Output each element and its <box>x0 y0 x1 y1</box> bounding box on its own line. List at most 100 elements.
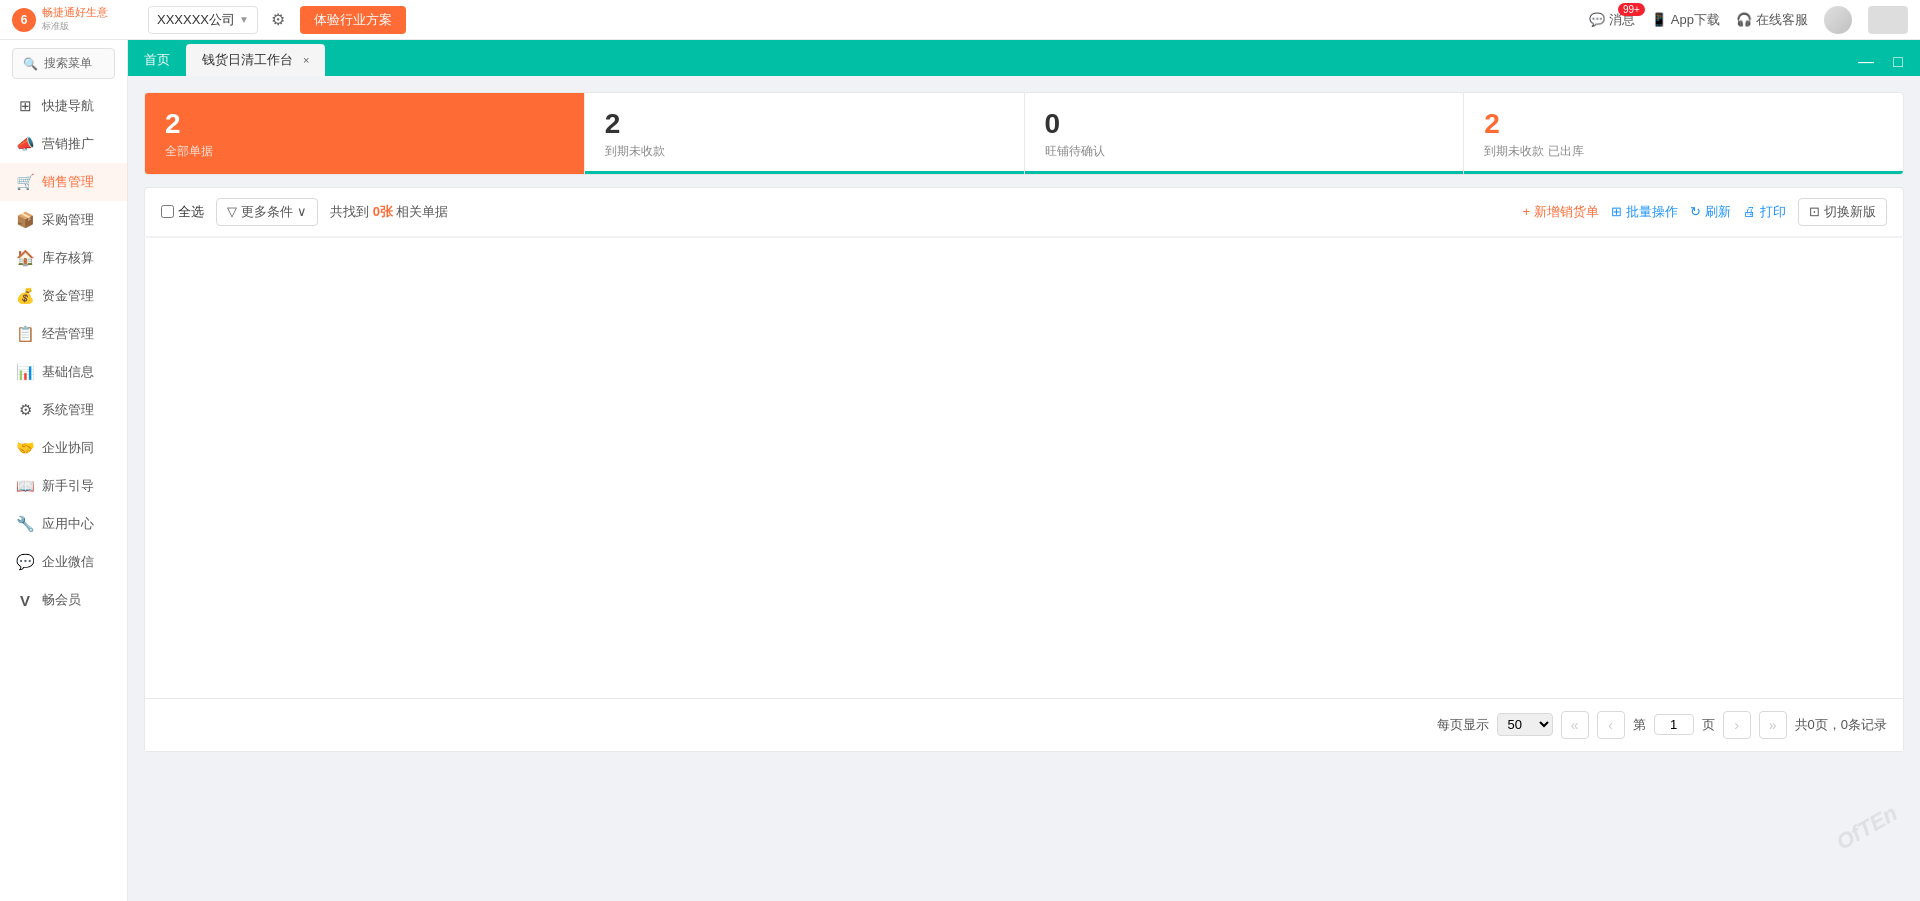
stat-label-all: 全部单据 <box>165 143 564 160</box>
sidebar-item-sales[interactable]: 🛒 销售管理 <box>0 163 127 201</box>
company-selector[interactable]: XXXXXX公司 ▼ <box>148 6 258 34</box>
sales-icon: 🛒 <box>16 173 34 191</box>
switch-label: 切换新版 <box>1824 203 1876 221</box>
stat-number-overdue: 2 <box>605 107 1004 141</box>
sidebar-label-purchase: 采购管理 <box>42 211 94 229</box>
toolbar-right: + 新增销货单 ⊞ 批量操作 ↻ 刷新 🖨 打印 ⊡ 切换新版 <box>1522 198 1887 226</box>
app-center-icon: 🔧 <box>16 515 34 533</box>
stat-card-all[interactable]: 2 全部单据 <box>145 93 585 174</box>
first-page-button[interactable]: « <box>1561 711 1589 739</box>
sidebar-item-finance[interactable]: 💰 资金管理 <box>0 277 127 315</box>
inventory-icon: 🏠 <box>16 249 34 267</box>
nav-minimize-button[interactable]: — <box>1852 48 1880 76</box>
sidebar-label-app-center: 应用中心 <box>42 515 94 533</box>
nav-tabs: 首页 钱货日清工作台 × — □ <box>128 40 1920 76</box>
sidebar-item-quick-nav[interactable]: ⊞ 快捷导航 <box>0 87 127 125</box>
search-menu-button[interactable]: 🔍 搜索菜单 <box>12 48 115 79</box>
sidebar-item-system[interactable]: ⚙ 系统管理 <box>0 391 127 429</box>
app-download-item[interactable]: 📱 App下载 <box>1651 11 1720 29</box>
sidebar-label-enterprise: 企业协同 <box>42 439 94 457</box>
header-right: 💬 消息 99+ 📱 App下载 🎧 在线客服 <box>1589 6 1908 34</box>
print-label: 打印 <box>1760 203 1786 221</box>
last-page-button[interactable]: » <box>1759 711 1787 739</box>
sidebar: 🔍 搜索菜单 ⊞ 快捷导航 📣 营销推广 🛒 销售管理 📦 采购管理 🏠 库存核… <box>0 0 128 901</box>
stat-number-all: 2 <box>165 107 564 141</box>
enterprise-icon: 🤝 <box>16 439 34 457</box>
dropdown-arrow-icon: ▼ <box>239 14 249 25</box>
tab-close-icon[interactable]: × <box>303 54 309 66</box>
page-size-label: 每页显示 <box>1437 716 1489 734</box>
filter-icon: ▽ <box>227 204 237 219</box>
filter-button[interactable]: ▽ 更多条件 ∨ <box>216 198 318 226</box>
result-text: 共找到 0张 相关单据 <box>330 203 448 221</box>
app-name: 畅捷通好生意 <box>42 6 108 19</box>
operation-icon: 📋 <box>16 325 34 343</box>
sidebar-item-marketing[interactable]: 📣 营销推广 <box>0 125 127 163</box>
sidebar-item-operation[interactable]: 📋 经营管理 <box>0 315 127 353</box>
batch-operation-button[interactable]: ⊞ 批量操作 <box>1611 203 1678 221</box>
next-page-button[interactable]: › <box>1723 711 1751 739</box>
result-suffix: 相关单据 <box>396 204 448 219</box>
checkbox-input[interactable] <box>161 205 174 218</box>
search-menu-label: 搜索菜单 <box>44 55 92 72</box>
stats-row: 2 全部单据 2 到期未收款 0 旺铺待确认 2 到期未收款 已出库 <box>144 92 1904 175</box>
stat-card-overdue[interactable]: 2 到期未收款 <box>585 93 1025 174</box>
page-label: 第 <box>1633 716 1646 734</box>
message-item[interactable]: 💬 消息 99+ <box>1589 11 1635 29</box>
select-all-checkbox[interactable]: 全选 <box>161 203 204 221</box>
add-icon: + <box>1522 204 1530 219</box>
quick-nav-icon: ⊞ <box>16 97 34 115</box>
sidebar-label-marketing: 营销推广 <box>42 135 94 153</box>
page-size-select[interactable]: 50 10 20 100 <box>1497 713 1553 736</box>
online-service-item[interactable]: 🎧 在线客服 <box>1736 11 1808 29</box>
system-icon: ⚙ <box>16 401 34 419</box>
sidebar-item-app-center[interactable]: 🔧 应用中心 <box>0 505 127 543</box>
print-button[interactable]: 🖨 打印 <box>1743 203 1786 221</box>
nav-actions: — □ <box>1852 48 1920 76</box>
avatar[interactable] <box>1824 6 1852 34</box>
purchase-icon: 📦 <box>16 211 34 229</box>
app-version: 标准版 <box>42 20 108 33</box>
stat-card-pending[interactable]: 0 旺铺待确认 <box>1025 93 1465 174</box>
tab-qingongzuo[interactable]: 钱货日清工作台 × <box>186 44 325 76</box>
switch-version-button[interactable]: ⊡ 切换新版 <box>1798 198 1887 226</box>
trial-button[interactable]: 体验行业方案 <box>300 6 406 34</box>
active-tab-label: 钱货日清工作台 <box>202 51 293 69</box>
sidebar-item-purchase[interactable]: 📦 采购管理 <box>0 201 127 239</box>
member-icon: V <box>16 592 34 609</box>
add-label: 新增销货单 <box>1534 203 1599 221</box>
sidebar-label-guide: 新手引导 <box>42 477 94 495</box>
sidebar-item-weixin[interactable]: 💬 企业微信 <box>0 543 127 581</box>
sidebar-label-sales: 销售管理 <box>42 173 94 191</box>
pagination: 每页显示 50 10 20 100 « ‹ 第 页 › » 共0页，0条记录 <box>145 698 1903 751</box>
sidebar-item-enterprise[interactable]: 🤝 企业协同 <box>0 429 127 467</box>
toolbar-left: 全选 ▽ 更多条件 ∨ 共找到 0张 相关单据 <box>161 198 448 226</box>
add-sales-button[interactable]: + 新增销货单 <box>1522 203 1599 221</box>
stat-number-shipped: 2 <box>1484 107 1883 141</box>
sidebar-item-member[interactable]: V 畅会员 <box>0 581 127 619</box>
stat-label-shipped: 到期未收款 已出库 <box>1484 143 1883 160</box>
toolbar: 全选 ▽ 更多条件 ∨ 共找到 0张 相关单据 + 新增销货单 ⊞ 批量操作 <box>144 187 1904 236</box>
nav-maximize-button[interactable]: □ <box>1884 48 1912 76</box>
prev-page-button[interactable]: ‹ <box>1597 711 1625 739</box>
settings-button[interactable]: ⚙ <box>264 6 292 34</box>
sidebar-label-operation: 经营管理 <box>42 325 94 343</box>
result-count: 0张 <box>373 204 393 219</box>
total-text: 共0页，0条记录 <box>1795 716 1887 734</box>
user-info[interactable] <box>1868 6 1908 34</box>
sidebar-item-inventory[interactable]: 🏠 库存核算 <box>0 239 127 277</box>
batch-icon: ⊞ <box>1611 204 1622 219</box>
tab-home[interactable]: 首页 <box>128 44 186 76</box>
company-name: XXXXXX公司 <box>157 11 235 29</box>
filter-down-icon: ∨ <box>297 204 307 219</box>
sidebar-item-base-info[interactable]: 📊 基础信息 <box>0 353 127 391</box>
sidebar-item-guide[interactable]: 📖 新手引导 <box>0 467 127 505</box>
online-service-label: 在线客服 <box>1756 11 1808 29</box>
message-icon: 💬 <box>1589 12 1605 27</box>
stat-card-shipped[interactable]: 2 到期未收款 已出库 <box>1464 93 1903 174</box>
sidebar-label-quick-nav: 快捷导航 <box>42 97 94 115</box>
refresh-button[interactable]: ↻ 刷新 <box>1690 203 1731 221</box>
sidebar-label-weixin: 企业微信 <box>42 553 94 571</box>
sidebar-label-finance: 资金管理 <box>42 287 94 305</box>
page-number-input[interactable] <box>1654 714 1694 735</box>
